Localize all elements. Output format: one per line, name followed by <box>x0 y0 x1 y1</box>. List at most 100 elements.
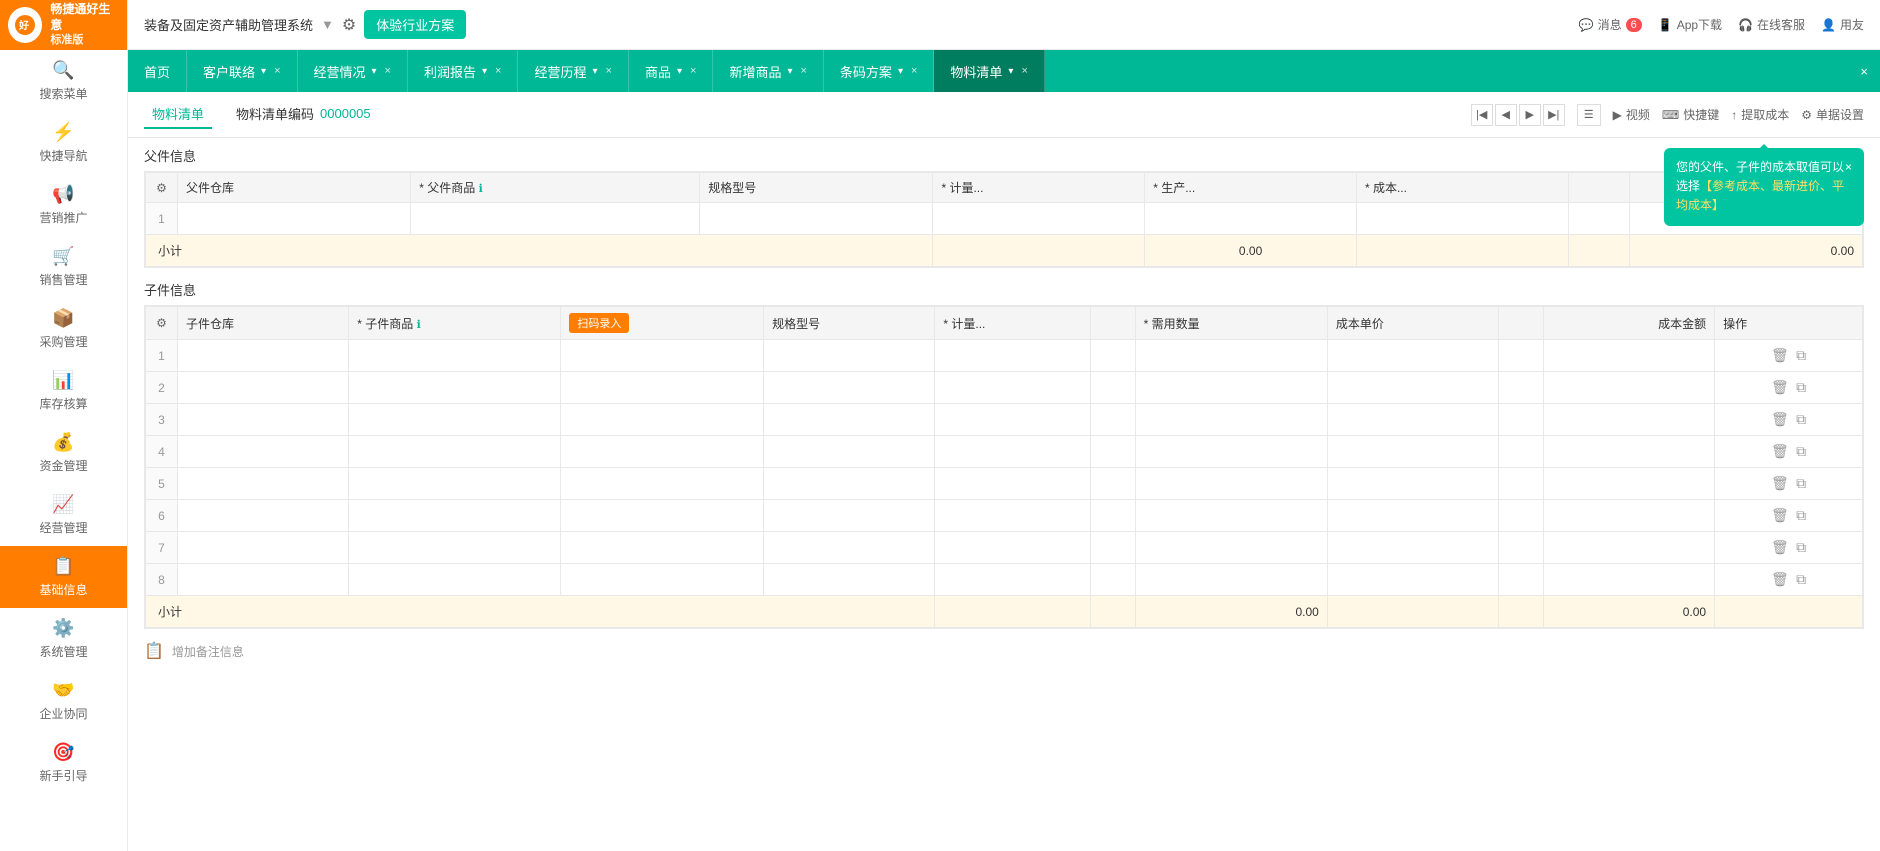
nav-tab-close-5[interactable]: × <box>690 65 696 77</box>
nav-tab-7[interactable]: 条码方案▾× <box>824 50 934 92</box>
child-qty-1[interactable] <box>1135 372 1327 404</box>
sidebar-item-7[interactable]: 📈经营管理 <box>0 484 127 546</box>
sidebar-item-9[interactable]: ⚙️系统管理 <box>0 608 127 670</box>
nav-tab-2[interactable]: 经营情况▾× <box>298 50 408 92</box>
child-product-0[interactable] <box>349 340 561 372</box>
scan-input-button[interactable]: 扫码录入 <box>569 313 629 333</box>
parent-product-cell[interactable] <box>411 203 700 235</box>
delete-button-3[interactable]: 🗑 <box>1769 441 1791 462</box>
child-scan-3[interactable] <box>561 436 764 468</box>
grid-view-button[interactable]: ☰ <box>1577 104 1601 126</box>
tooltip-close-button[interactable]: × <box>1845 158 1852 177</box>
user-menu[interactable]: 👤 用友 <box>1821 16 1864 33</box>
sidebar-item-11[interactable]: 🎯新手引导 <box>0 732 127 794</box>
nav-tab-close-1[interactable]: × <box>274 65 280 77</box>
nav-tab-close-3[interactable]: × <box>495 65 501 77</box>
sidebar-item-8[interactable]: 📋基础信息 <box>0 546 127 608</box>
child-product-1[interactable] <box>349 372 561 404</box>
online-service-button[interactable]: 🎧 在线客服 <box>1738 16 1805 33</box>
delete-button-7[interactable]: 🗑 <box>1769 569 1791 590</box>
copy-button-0[interactable]: ⧉ <box>1794 345 1808 366</box>
child-unitprice-2[interactable] <box>1327 404 1498 436</box>
child-scan-5[interactable] <box>561 500 764 532</box>
child-unitprice-6[interactable] <box>1327 532 1498 564</box>
child-warehouse-6[interactable] <box>178 532 349 564</box>
delete-button-4[interactable]: 🗑 <box>1769 473 1791 494</box>
child-warehouse-1[interactable] <box>178 372 349 404</box>
child-spec-1[interactable] <box>764 372 935 404</box>
child-unitprice-4[interactable] <box>1327 468 1498 500</box>
child-scan-0[interactable] <box>561 340 764 372</box>
nav-tab-0[interactable]: 首页 <box>128 50 187 92</box>
copy-button-4[interactable]: ⧉ <box>1794 473 1808 494</box>
nav-tab-close-7[interactable]: × <box>911 65 917 77</box>
child-spec-0[interactable] <box>764 340 935 372</box>
extract-cost-button[interactable]: ↑ 提取成本 <box>1731 106 1789 123</box>
sub-tab-code[interactable]: 物料清单编码 0000005 <box>228 100 379 129</box>
copy-button-2[interactable]: ⧉ <box>1794 409 1808 430</box>
child-unitprice-1[interactable] <box>1327 372 1498 404</box>
child-product-4[interactable] <box>349 468 561 500</box>
delete-button-0[interactable]: 🗑 <box>1769 345 1791 366</box>
child-warehouse-4[interactable] <box>178 468 349 500</box>
child-spec-4[interactable] <box>764 468 935 500</box>
nav-tab-8[interactable]: 物料清单▾× <box>934 50 1044 92</box>
child-qty-2[interactable] <box>1135 404 1327 436</box>
dropdown-arrow-icon[interactable]: ▼ <box>321 17 334 32</box>
delete-button-6[interactable]: 🗑 <box>1769 537 1791 558</box>
child-qty-3[interactable] <box>1135 436 1327 468</box>
child-col-settings-icon[interactable]: ⚙ <box>156 316 167 330</box>
child-qty-4[interactable] <box>1135 468 1327 500</box>
nav-tab-4[interactable]: 经营历程▾× <box>518 50 628 92</box>
child-unitprice-3[interactable] <box>1327 436 1498 468</box>
child-scan-6[interactable] <box>561 532 764 564</box>
settings-button[interactable]: ⚙ <box>342 15 356 35</box>
child-unit-1[interactable] <box>935 372 1090 404</box>
child-unitprice-7[interactable] <box>1327 564 1498 596</box>
child-scan-1[interactable] <box>561 372 764 404</box>
sidebar-item-5[interactable]: 📊库存核算 <box>0 360 127 422</box>
child-unit-5[interactable] <box>935 500 1090 532</box>
next-button[interactable]: ▶ <box>1519 104 1541 126</box>
child-unit-3[interactable] <box>935 436 1090 468</box>
parent-warehouse-cell[interactable] <box>178 203 411 235</box>
next-last-button[interactable]: ▶| <box>1543 104 1565 126</box>
copy-button-6[interactable]: ⧉ <box>1794 537 1808 558</box>
copy-button-1[interactable]: ⧉ <box>1794 377 1808 398</box>
nav-tab-close-4[interactable]: × <box>606 65 612 77</box>
child-unit-0[interactable] <box>935 340 1090 372</box>
child-warehouse-5[interactable] <box>178 500 349 532</box>
sidebar-item-6[interactable]: 💰资金管理 <box>0 422 127 484</box>
child-product-7[interactable] <box>349 564 561 596</box>
child-warehouse-0[interactable] <box>178 340 349 372</box>
nav-tab-3[interactable]: 利润报告▾× <box>408 50 518 92</box>
child-warehouse-2[interactable] <box>178 404 349 436</box>
child-qty-7[interactable] <box>1135 564 1327 596</box>
child-qty-6[interactable] <box>1135 532 1327 564</box>
prev-button[interactable]: ◀ <box>1495 104 1517 126</box>
sidebar-item-1[interactable]: ⚡快捷导航 <box>0 112 127 174</box>
sub-tab-list[interactable]: 物料清单 <box>144 100 212 129</box>
parent-cost-cell[interactable] <box>1356 203 1568 235</box>
prev-first-button[interactable]: |◀ <box>1471 104 1493 126</box>
child-warehouse-7[interactable] <box>178 564 349 596</box>
nav-tab-5[interactable]: 商品▾× <box>629 50 713 92</box>
child-product-3[interactable] <box>349 436 561 468</box>
child-unit-2[interactable] <box>935 404 1090 436</box>
child-unit-6[interactable] <box>935 532 1090 564</box>
child-qty-5[interactable] <box>1135 500 1327 532</box>
child-qty-0[interactable] <box>1135 340 1327 372</box>
sidebar-item-4[interactable]: 📦采购管理 <box>0 298 127 360</box>
nav-tab-6[interactable]: 新增商品▾× <box>713 50 823 92</box>
message-button[interactable]: 💬 消息 6 <box>1579 16 1642 33</box>
col-settings-icon[interactable]: ⚙ <box>156 181 167 195</box>
delete-button-2[interactable]: 🗑 <box>1769 409 1791 430</box>
child-spec-3[interactable] <box>764 436 935 468</box>
delete-button-5[interactable]: 🗑 <box>1769 505 1791 526</box>
parent-spec-cell[interactable] <box>700 203 933 235</box>
child-scan-7[interactable] <box>561 564 764 596</box>
child-unit-4[interactable] <box>935 468 1090 500</box>
shortcut-button[interactable]: ⌨ 快捷键 <box>1662 106 1719 123</box>
nav-tab-1[interactable]: 客户联络▾× <box>187 50 297 92</box>
child-unitprice-5[interactable] <box>1327 500 1498 532</box>
